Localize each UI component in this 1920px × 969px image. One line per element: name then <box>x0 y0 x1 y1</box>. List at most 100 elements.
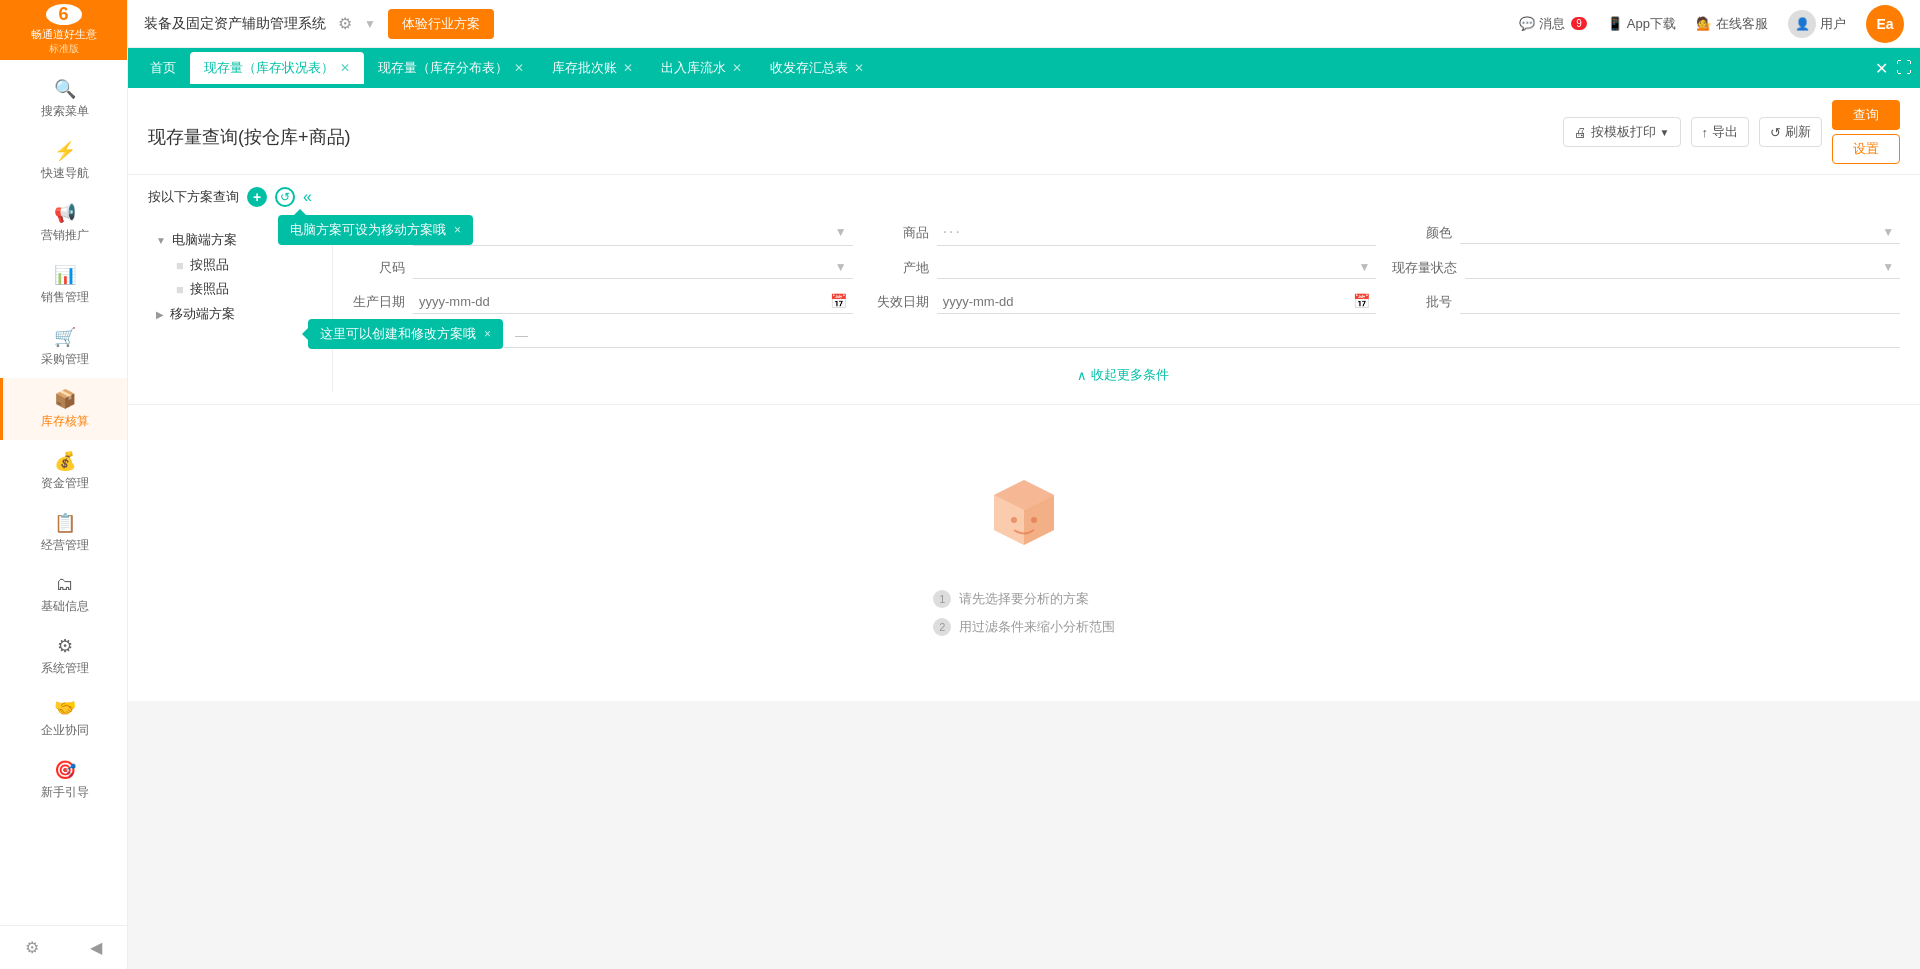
guide-icon: 🎯 <box>54 759 76 781</box>
header-support[interactable]: 💁 在线客服 <box>1696 15 1768 33</box>
expire-date-calendar-icon[interactable]: 📅 <box>1353 293 1370 309</box>
batch-no-input[interactable] <box>1460 290 1900 314</box>
sidebar-item-label: 企业协同 <box>41 722 89 739</box>
pc-scheme-label: 电脑端方案 <box>172 231 237 249</box>
user-initials-badge: Ea <box>1866 5 1904 43</box>
collapse-sidebar-icon[interactable]: ◀ <box>90 938 102 957</box>
tab-label: 现存量（库存分布表） <box>378 59 508 77</box>
tab-in-out-flow[interactable]: 出入库流水 ✕ <box>647 52 756 84</box>
sidebar-item-enterprise[interactable]: 🤝 企业协同 <box>0 687 127 749</box>
refresh-label: 刷新 <box>1785 123 1811 141</box>
system-name: 装备及固定资产辅助管理系统 <box>144 15 326 33</box>
color-label: 颜色 <box>1392 224 1452 242</box>
top-header: 装备及固定资产辅助管理系统 ⚙ ▼ 体验行业方案 💬 消息 9 📱 App下载 … <box>128 0 1920 48</box>
produce-date-calendar-icon[interactable]: 📅 <box>830 293 847 309</box>
sidebar-item-operation[interactable]: 📋 经营管理 <box>0 502 127 564</box>
export-btn[interactable]: ↑ 导出 <box>1691 117 1750 147</box>
sidebar-item-quick-nav[interactable]: ⚡ 快速导航 <box>0 130 127 192</box>
sidebar-item-basic[interactable]: 🗂 基础信息 <box>0 564 127 625</box>
user-label: 用户 <box>1820 15 1846 33</box>
tab-close-icon[interactable]: ✕ <box>514 61 524 75</box>
print-dropdown-icon: ▼ <box>1660 127 1670 138</box>
reset-btn[interactable]: 设置 <box>1832 134 1900 164</box>
finance-icon: 💰 <box>54 450 76 472</box>
empty-state: 1 请先选择要分析的方案 2 用过滤条件来缩小分析范围 <box>128 405 1920 701</box>
header-app-download[interactable]: 📱 App下载 <box>1607 15 1676 33</box>
inv-qty-to[interactable] <box>532 324 612 347</box>
tab-label: 收发存汇总表 <box>770 59 848 77</box>
sidebar-item-label: 营销推广 <box>41 227 89 244</box>
system-icon: ⚙ <box>57 635 73 657</box>
tooltip-text-2: 这里可以创建和修改方案哦 <box>320 325 476 343</box>
tab-close-icon[interactable]: ✕ <box>732 61 742 75</box>
filter-field-expire-date: 失效日期 📅 <box>869 289 1377 314</box>
empty-text: 1 请先选择要分析的方案 2 用过滤条件来缩小分析范围 <box>933 585 1115 641</box>
collapse-filter-btn[interactable]: ∧ 收起更多条件 <box>345 358 1900 392</box>
tab-batch-account[interactable]: 库存批次账 ✕ <box>538 52 647 84</box>
warehouse-select[interactable]: ··· ▼ <box>413 219 853 246</box>
pc-scheme-sub-item-1[interactable]: ■ 按照品 <box>168 253 328 277</box>
tooltip-scheme-mobile: 电脑方案可设为移动方案哦 × <box>278 215 473 245</box>
header-user[interactable]: 👤 用户 <box>1788 10 1846 38</box>
color-select[interactable]: ▼ <box>1460 221 1900 244</box>
expire-date-input[interactable]: 📅 <box>937 289 1377 314</box>
query-btn[interactable]: 查询 <box>1832 100 1900 130</box>
produce-date-field[interactable] <box>419 294 824 309</box>
refresh-scheme-btn[interactable]: ↺ <box>275 187 295 207</box>
tooltip-close-btn-2[interactable]: × <box>484 327 491 341</box>
header-dropdown-icon[interactable]: ▼ <box>364 17 376 31</box>
tab-close-icon[interactable]: ✕ <box>340 61 350 75</box>
tab-inventory-dist[interactable]: 现存量（库存分布表） ✕ <box>364 52 538 84</box>
sidebar-item-marketing[interactable]: 📢 营销推广 <box>0 192 127 254</box>
tab-inventory-status[interactable]: 现存量（库存状况表） ✕ <box>190 52 364 84</box>
inv-status-arrow-icon: ▼ <box>1882 260 1894 274</box>
sidebar-item-purchase[interactable]: 🛒 采购管理 <box>0 316 127 378</box>
search-icon: 🔍 <box>54 78 76 100</box>
tab-close-icon[interactable]: ✕ <box>854 61 864 75</box>
sidebar-item-inventory[interactable]: 📦 库存核算 <box>0 378 127 440</box>
mobile-scheme-item[interactable]: ▶ 移动端方案 <box>148 301 328 327</box>
pc-scheme-sub-item-2[interactable]: ■ 接照品 <box>168 277 328 301</box>
header-message[interactable]: 💬 消息 9 <box>1519 15 1587 33</box>
sidebar-item-guide[interactable]: 🎯 新手引导 <box>0 749 127 811</box>
header-settings-icon[interactable]: ⚙ <box>338 14 352 33</box>
size-select[interactable]: ▼ <box>413 256 853 279</box>
filter-field-size: 尺码 ▼ <box>345 256 853 279</box>
tab-home[interactable]: 首页 <box>136 52 190 84</box>
tab-recv-send[interactable]: 收发存汇总表 ✕ <box>756 52 878 84</box>
settings-bottom-icon[interactable]: ⚙ <box>25 938 39 957</box>
tooltip-close-btn[interactable]: × <box>454 223 461 237</box>
tab-expand-icon[interactable]: ⛶ <box>1896 59 1912 77</box>
tab-bar: 首页 现存量（库存状况表） ✕ 现存量（库存分布表） ✕ 库存批次账 ✕ 出入库… <box>128 48 1920 88</box>
batch-no-label: 批号 <box>1392 293 1452 311</box>
produce-date-input[interactable]: 📅 <box>413 289 853 314</box>
basic-icon: 🗂 <box>56 574 74 595</box>
experience-btn[interactable]: 体验行业方案 <box>388 9 494 39</box>
empty-hint-2: 2 用过滤条件来缩小分析范围 <box>933 613 1115 641</box>
origin-select[interactable]: ▼ <box>937 256 1377 279</box>
filter-field-origin: 产地 ▼ <box>869 256 1377 279</box>
arrow-scheme-btn[interactable]: « <box>303 188 312 206</box>
print-template-btn[interactable]: 🖨 按模板打印 ▼ <box>1563 117 1681 147</box>
product-select[interactable]: ··· <box>937 219 1377 246</box>
refresh-btn[interactable]: ↺ 刷新 <box>1759 117 1822 147</box>
sidebar-item-finance[interactable]: 💰 资金管理 <box>0 440 127 502</box>
tab-label: 库存批次账 <box>552 59 617 77</box>
sub-item-bullet: ■ <box>176 258 184 273</box>
add-scheme-btn[interactable]: + <box>247 187 267 207</box>
chevron-up-icon: ∧ <box>1077 368 1087 383</box>
filter-row-4: 现存量（主） — <box>345 324 1900 348</box>
produce-date-label: 生产日期 <box>345 293 405 311</box>
sidebar-item-system[interactable]: ⚙ 系统管理 <box>0 625 127 687</box>
expire-date-field[interactable] <box>943 294 1348 309</box>
sidebar-item-sales[interactable]: 📊 销售管理 <box>0 254 127 316</box>
origin-arrow-icon: ▼ <box>1358 260 1370 274</box>
sidebar-item-search[interactable]: 🔍 搜索菜单 <box>0 68 127 130</box>
sidebar-item-label: 快速导航 <box>41 165 89 182</box>
size-label: 尺码 <box>345 259 405 277</box>
inv-status-select[interactable]: ▼ <box>1465 256 1900 279</box>
sidebar-item-label: 采购管理 <box>41 351 89 368</box>
logo-text: 畅通道好生意 <box>31 27 97 42</box>
tab-close-all-icon[interactable]: ✕ <box>1875 59 1888 78</box>
tab-close-icon[interactable]: ✕ <box>623 61 633 75</box>
